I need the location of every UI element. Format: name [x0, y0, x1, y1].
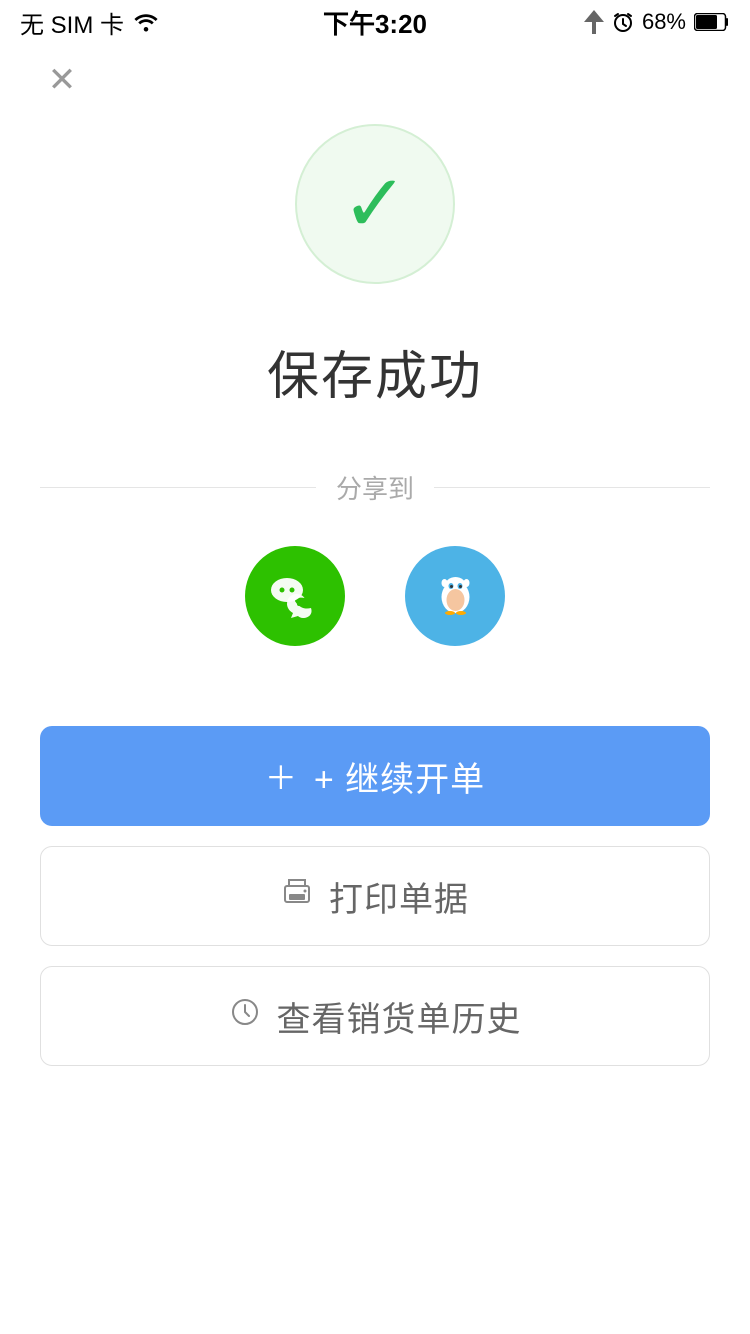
history-icon [229, 996, 261, 1036]
print-icon [281, 876, 313, 916]
status-bar: 无 SIM 卡 下午3:20 68% [0, 0, 750, 44]
close-button[interactable]: ✕ [40, 58, 84, 102]
close-icon: ✕ [48, 60, 77, 100]
share-divider: 分享到 [40, 469, 710, 506]
status-time: 下午3:20 [323, 4, 427, 41]
print-label: 打印单据 [329, 872, 469, 921]
wifi-icon [132, 12, 160, 32]
checkmark-icon: ✓ [341, 164, 408, 244]
main-content: ✓ 保存成功 分享到 [0, 44, 750, 1066]
success-circle: ✓ [295, 124, 455, 284]
history-button[interactable]: 查看销货单历史 [40, 966, 710, 1066]
continue-button[interactable]: ＋ + 继续开单 [40, 726, 710, 826]
location-icon [584, 10, 604, 34]
success-title: 保存成功 [267, 334, 483, 409]
qq-share-button[interactable] [405, 546, 505, 646]
status-right: 68% [584, 9, 730, 35]
plus-icon: ＋ [265, 753, 298, 799]
share-section: 分享到 [0, 469, 750, 646]
history-label: 查看销货单历史 [277, 992, 522, 1041]
wechat-share-button[interactable] [245, 546, 345, 646]
qq-icon [428, 569, 483, 624]
battery-icon [694, 13, 730, 31]
share-icons [40, 546, 710, 646]
wechat-icon [265, 566, 325, 626]
status-left: 无 SIM 卡 [20, 5, 160, 40]
alarm-icon [612, 11, 634, 33]
share-label: 分享到 [336, 469, 414, 506]
continue-label: + 继续开单 [314, 752, 485, 801]
battery-text: 68% [642, 9, 686, 35]
print-button[interactable]: 打印单据 [40, 846, 710, 946]
action-buttons: ＋ + 继续开单 打印单据 查看销货单历 [0, 726, 750, 1066]
no-sim-text: 无 SIM 卡 [20, 5, 124, 40]
